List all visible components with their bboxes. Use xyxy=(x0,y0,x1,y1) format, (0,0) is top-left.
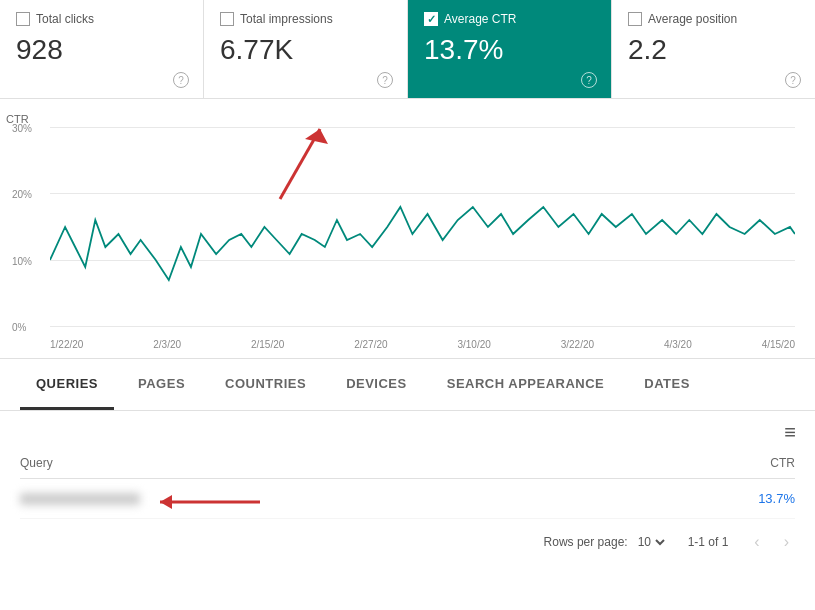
x-label-0: 1/22/20 xyxy=(50,339,83,350)
x-label-6: 4/3/20 xyxy=(664,339,692,350)
metric-card-impressions[interactable]: Total impressions 6.77K ? xyxy=(204,0,408,98)
table-area: ≡ Query CTR 13.7% xyxy=(0,411,815,519)
table-header: Query CTR xyxy=(20,448,795,479)
metric-card-header-position: Average position xyxy=(628,12,799,26)
col-ctr-header: CTR xyxy=(770,456,795,470)
metric-checkbox-impressions[interactable] xyxy=(220,12,234,26)
x-label-2: 2/15/20 xyxy=(251,339,284,350)
help-icon-impressions[interactable]: ? xyxy=(377,72,393,88)
help-icon-position[interactable]: ? xyxy=(785,72,801,88)
next-page-button[interactable]: › xyxy=(778,531,795,553)
x-label-1: 2/3/20 xyxy=(153,339,181,350)
tab-dates[interactable]: DATES xyxy=(628,360,706,410)
grid-label-10: 10% xyxy=(12,255,32,266)
checkmark-icon: ✓ xyxy=(427,13,436,26)
metric-card-header: Total clicks xyxy=(16,12,187,26)
metric-label-position: Average position xyxy=(648,12,737,26)
metric-card-position[interactable]: Average position 2.2 ? xyxy=(612,0,815,98)
col-query-header: Query xyxy=(20,456,53,470)
metric-value-ctr: 13.7% xyxy=(424,34,595,66)
metric-value-clicks: 928 xyxy=(16,34,187,66)
metric-label-ctr: Average CTR xyxy=(444,12,516,26)
help-icon-ctr[interactable]: ? xyxy=(581,72,597,88)
chart-svg xyxy=(50,127,795,327)
x-label-4: 3/10/20 xyxy=(457,339,490,350)
x-label-3: 2/27/20 xyxy=(354,339,387,350)
grid-label-0: 0% xyxy=(12,322,26,333)
metric-checkbox-position[interactable] xyxy=(628,12,642,26)
x-label-7: 4/15/20 xyxy=(762,339,795,350)
grid-label-30: 30% xyxy=(12,123,32,134)
row-ctr-value: 13.7% xyxy=(758,491,795,506)
metric-card-header-ctr: ✓ Average CTR xyxy=(424,12,595,26)
rows-per-page-text: Rows per page: xyxy=(544,535,628,549)
pagination: Rows per page: 10 25 50 1-1 of 1 ‹ › xyxy=(0,519,815,565)
tab-search-appearance[interactable]: SEARCH APPEARANCE xyxy=(431,360,621,410)
x-labels: 1/22/20 2/3/20 2/15/20 2/27/20 3/10/20 3… xyxy=(50,339,795,350)
tab-countries[interactable]: COUNTRIES xyxy=(209,360,322,410)
tabs-row: QUERIES PAGES COUNTRIES DEVICES SEARCH A… xyxy=(0,359,815,411)
tab-pages[interactable]: PAGES xyxy=(122,360,201,410)
x-label-5: 3/22/20 xyxy=(561,339,594,350)
ctr-line xyxy=(50,207,795,280)
metric-checkbox-ctr[interactable]: ✓ xyxy=(424,12,438,26)
metrics-row: Total clicks 928 ? Total impressions 6.7… xyxy=(0,0,815,99)
table-toolbar: ≡ xyxy=(20,411,795,448)
tab-queries[interactable]: QUERIES xyxy=(20,360,114,410)
query-blurred-value xyxy=(20,493,140,505)
page-info: 1-1 of 1 xyxy=(688,535,729,549)
prev-page-button[interactable]: ‹ xyxy=(748,531,765,553)
table-red-arrow xyxy=(150,487,270,517)
metric-card-ctr[interactable]: ✓ Average CTR 13.7% ? xyxy=(408,0,612,98)
metric-value-position: 2.2 xyxy=(628,34,799,66)
metric-card-total-clicks[interactable]: Total clicks 928 ? xyxy=(0,0,204,98)
metric-value-impressions: 6.77K xyxy=(220,34,391,66)
metric-label-impressions: Total impressions xyxy=(240,12,333,26)
svg-marker-3 xyxy=(160,495,172,509)
grid-label-20: 20% xyxy=(12,189,32,200)
table-row: 13.7% xyxy=(20,479,795,519)
filter-icon[interactable]: ≡ xyxy=(784,421,795,444)
rows-per-page-label: Rows per page: 10 25 50 xyxy=(544,534,668,550)
metric-label-clicks: Total clicks xyxy=(36,12,94,26)
chart-area: CTR 30% 20% 10% 0% 1/22/20 2/3/20 2/15/2… xyxy=(0,99,815,359)
metric-checkbox-clicks[interactable] xyxy=(16,12,30,26)
rows-per-page-select[interactable]: 10 25 50 xyxy=(634,534,668,550)
metric-card-header-impressions: Total impressions xyxy=(220,12,391,26)
help-icon-clicks[interactable]: ? xyxy=(173,72,189,88)
tab-devices[interactable]: DEVICES xyxy=(330,360,423,410)
